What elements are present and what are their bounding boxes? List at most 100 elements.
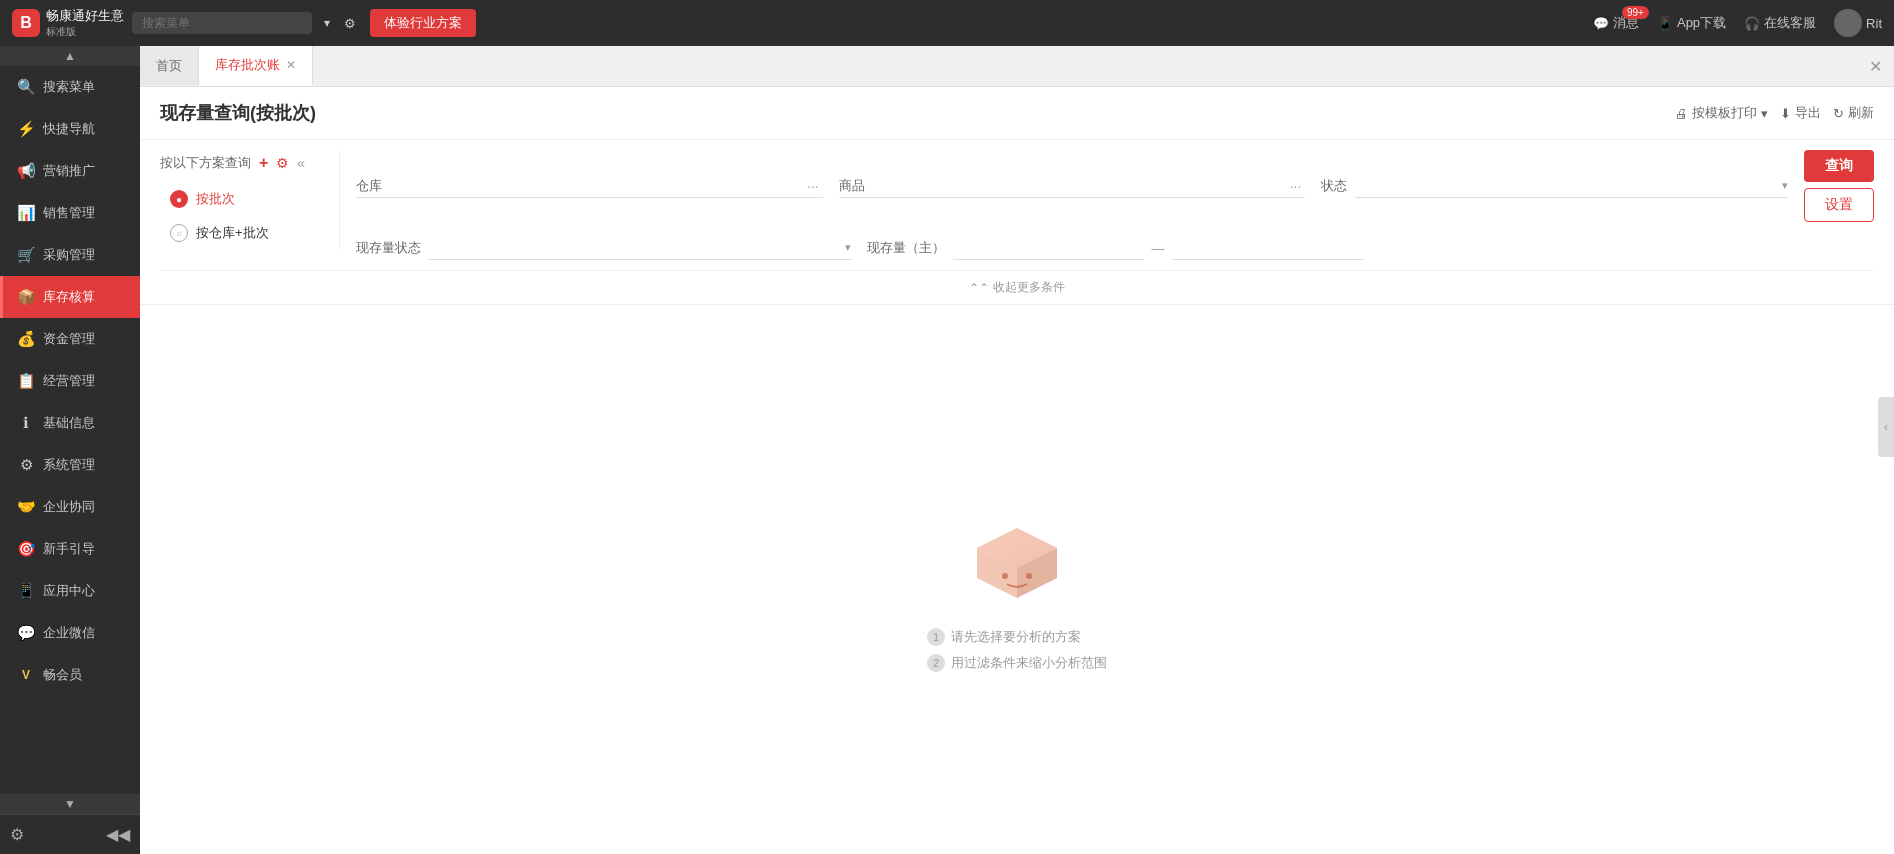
filter-scheme-panel: 按以下方案查询 + ⚙ « ● 按批次 ○ 按仓库+批次 — [160, 150, 340, 250]
sidebar-scroll-up[interactable]: ▲ — [0, 46, 140, 66]
app-download-item[interactable]: 📱 App下载 — [1657, 14, 1726, 32]
product-input[interactable] — [873, 174, 1286, 197]
warehouse-input[interactable] — [390, 174, 803, 197]
settings-button[interactable]: 设置 — [1804, 188, 1874, 222]
inventory-qty-range: — — [953, 236, 1362, 260]
sidebar-item-label: 库存核算 — [43, 288, 95, 306]
warehouse-field: 仓库 ··· — [356, 174, 823, 198]
sidebar-item-wechat[interactable]: 💬 企业微信 — [0, 612, 140, 654]
collapse-scheme-icon[interactable]: « — [297, 155, 305, 171]
page-content: 现存量查询(按批次) 🖨 按模板打印 ▾ ⬇ 导出 ↻ 刷新 — [140, 87, 1894, 854]
empty-tips: 1 请先选择要分析的方案 2 用过滤条件来缩小分析范围 — [927, 628, 1107, 672]
topbar-right: 💬 消息 99+ 📱 App下载 🎧 在线客服 Rit — [1593, 9, 1882, 37]
user-name: Rit — [1866, 16, 1882, 31]
sidebar-item-quick-nav[interactable]: ⚡ 快捷导航 — [0, 108, 140, 150]
scheme-title: 按以下方案查询 — [160, 154, 251, 172]
tab-close-button[interactable]: ✕ — [286, 58, 296, 72]
status-select[interactable] — [1355, 174, 1782, 197]
product-label: 商品 — [839, 177, 865, 195]
sidebar-scroll-down[interactable]: ▼ — [0, 794, 140, 814]
print-dropdown-icon[interactable]: ▾ — [1761, 106, 1768, 121]
trial-button[interactable]: 体验行业方案 — [370, 9, 476, 37]
sidebar-settings-icon[interactable]: ⚙ — [10, 825, 24, 844]
sidebar-item-sales[interactable]: 📊 销售管理 — [0, 192, 140, 234]
message-item[interactable]: 💬 消息 99+ — [1593, 14, 1639, 32]
tip-num-2: 2 — [927, 654, 945, 672]
status-select-wrapper: ▾ — [1355, 174, 1788, 198]
topbar-left: B 畅康通好生意 标准版 ▾ ⚙ 体验行业方案 — [12, 7, 476, 39]
sidebar-item-label: 营销推广 — [43, 162, 95, 180]
message-icon: 💬 — [1593, 16, 1609, 31]
product-more-icon[interactable]: ··· — [1286, 178, 1306, 194]
sidebar-item-operations[interactable]: 📋 经营管理 — [0, 360, 140, 402]
empty-box-svg — [957, 488, 1077, 608]
sidebar-item-member[interactable]: V 畅会员 — [0, 654, 140, 696]
inventory-status-select-wrapper: 全部 有库存 无库存 ▾ — [429, 236, 851, 260]
page-title: 现存量查询(按批次) — [160, 101, 316, 125]
sidebar-item-finance[interactable]: 💰 资金管理 — [0, 318, 140, 360]
newbie-icon: 🎯 — [17, 540, 35, 558]
sidebar-item-purchase[interactable]: 🛒 采购管理 — [0, 234, 140, 276]
avatar — [1834, 9, 1862, 37]
sidebar-item-app-center[interactable]: 📱 应用中心 — [0, 570, 140, 612]
collapse-more-conditions-button[interactable]: ⌃⌃ 收起更多条件 — [160, 270, 1874, 304]
inventory-icon: 📦 — [17, 288, 35, 306]
sidebar-item-label: 快捷导航 — [43, 120, 95, 138]
side-panel-toggle[interactable]: ‹ — [1878, 397, 1894, 457]
status-label: 状态 — [1321, 177, 1347, 195]
dropdown-icon[interactable]: ▾ — [324, 16, 330, 30]
sidebar-item-system[interactable]: ⚙ 系统管理 — [0, 444, 140, 486]
sidebar-item-inventory[interactable]: 📦 库存核算 — [0, 276, 140, 318]
add-scheme-button[interactable]: + — [259, 154, 268, 172]
search-input[interactable] — [132, 12, 312, 34]
online-service-item[interactable]: 🎧 在线客服 — [1744, 14, 1816, 32]
filter-row-1: 仓库 ··· 商品 ··· — [356, 150, 1874, 236]
tab-label: 库存批次账 — [215, 56, 280, 74]
refresh-button[interactable]: ↻ 刷新 — [1833, 104, 1874, 122]
inventory-qty-field: 现存量（主） — — [867, 236, 1362, 260]
sidebar-item-marketing[interactable]: 📢 营销推广 — [0, 150, 140, 192]
tab-bar-close-icon[interactable]: ✕ — [1869, 57, 1882, 76]
user-item[interactable]: Rit — [1834, 9, 1882, 37]
tab-home[interactable]: 首页 — [140, 47, 199, 85]
scheme-by-warehouse-batch[interactable]: ○ 按仓库+批次 — [160, 216, 323, 250]
page-header-actions: 🖨 按模板打印 ▾ ⬇ 导出 ↻ 刷新 — [1675, 104, 1874, 122]
sidebar-item-enterprise[interactable]: 🤝 企业协同 — [0, 486, 140, 528]
svg-point-5 — [1026, 573, 1032, 579]
online-service-label: 在线客服 — [1764, 14, 1816, 32]
scheme-outline-icon: ○ — [170, 224, 188, 242]
sidebar-item-search-menu[interactable]: 🔍 搜索菜单 — [0, 66, 140, 108]
refresh-icon: ↻ — [1833, 106, 1844, 121]
sidebar-item-basic-info[interactable]: ℹ 基础信息 — [0, 402, 140, 444]
logo-area: B 畅康通好生意 标准版 — [12, 7, 124, 39]
scheme-by-batch[interactable]: ● 按批次 — [160, 182, 323, 216]
sidebar-item-label: 销售管理 — [43, 204, 95, 222]
finance-icon: 💰 — [17, 330, 35, 348]
warehouse-more-icon[interactable]: ··· — [803, 178, 823, 194]
inventory-status-field: 现存量状态 全部 有库存 无库存 ▾ — [356, 236, 851, 260]
operations-icon: 📋 — [17, 372, 35, 390]
sales-icon: 📊 — [17, 204, 35, 222]
search-menu-icon: 🔍 — [17, 78, 35, 96]
empty-illustration — [957, 488, 1077, 608]
inventory-status-label: 现存量状态 — [356, 239, 421, 257]
filter-panel: 按以下方案查询 + ⚙ « ● 按批次 ○ 按仓库+批次 — [140, 140, 1894, 305]
inventory-qty-max[interactable] — [1173, 236, 1363, 260]
tab-inventory-batch[interactable]: 库存批次账 ✕ — [199, 46, 313, 86]
sidebar-collapse-icon[interactable]: ◀◀ — [106, 825, 130, 844]
settings-icon[interactable]: ⚙ — [338, 11, 362, 35]
sidebar-item-newbie[interactable]: 🎯 新手引导 — [0, 528, 140, 570]
print-icon: 🖨 — [1675, 106, 1688, 121]
wechat-icon: 💬 — [17, 624, 35, 642]
inventory-status-select[interactable]: 全部 有库存 无库存 — [429, 236, 845, 259]
range-dash: — — [1152, 241, 1165, 256]
export-button[interactable]: ⬇ 导出 — [1780, 104, 1821, 122]
print-template-button[interactable]: 🖨 按模板打印 ▾ — [1675, 104, 1768, 122]
settings-scheme-icon[interactable]: ⚙ — [276, 155, 289, 171]
query-button[interactable]: 查询 — [1804, 150, 1874, 182]
marketing-icon: 📢 — [17, 162, 35, 180]
inventory-qty-min[interactable] — [953, 236, 1143, 260]
scheme-label: 按批次 — [196, 190, 235, 208]
logo-text: 畅康通好生意 标准版 — [46, 7, 124, 39]
empty-tip-1: 1 请先选择要分析的方案 — [927, 628, 1107, 646]
